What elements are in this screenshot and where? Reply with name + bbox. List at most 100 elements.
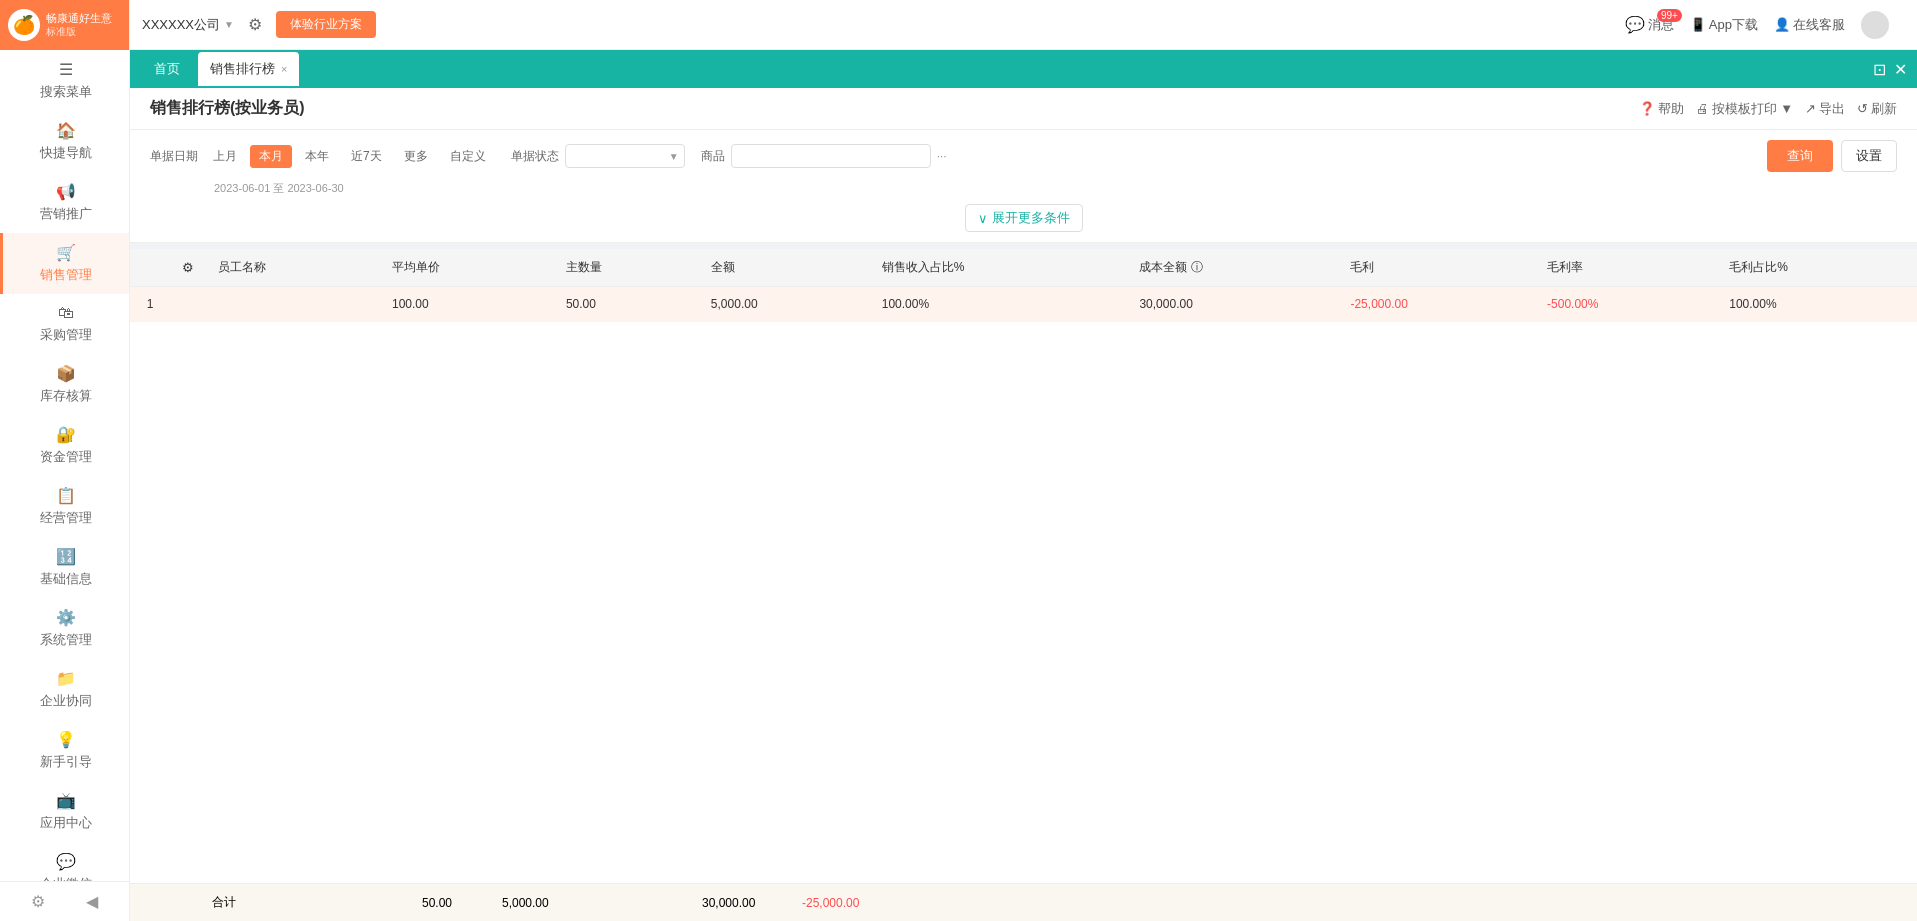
logo-icon: 🍊 — [8, 9, 40, 41]
tab-home[interactable]: 首页 — [138, 52, 196, 86]
export-button[interactable]: ↗ 导出 — [1805, 100, 1845, 118]
logo-sub: 标准版 — [46, 25, 112, 39]
date-range-display: 2023-06-01 至 2023-06-30 — [150, 180, 1897, 196]
col-gross-rate: 毛利率 — [1535, 249, 1717, 287]
cell-qty: 50.00 — [554, 287, 699, 322]
tab-sales-ranking-label: 销售排行榜 — [210, 60, 275, 78]
expand-conditions-button[interactable]: ∨ 展开更多条件 — [965, 204, 1083, 232]
col-employee-name: 员工名称 — [206, 249, 380, 287]
query-button[interactable]: 查询 — [1767, 140, 1833, 172]
sidebar-item-marketing[interactable]: 📢 营销推广 — [0, 172, 129, 233]
cell-avg-price: 100.00 — [380, 287, 554, 322]
tab-close-button[interactable]: ✕ — [1894, 60, 1907, 79]
col-settings-icon[interactable]: ⚙ — [170, 249, 206, 287]
status-select-wrap: ▼ — [565, 144, 685, 168]
date-tab-this-year[interactable]: 本年 — [296, 145, 338, 168]
avatar[interactable] — [1861, 11, 1889, 39]
main-area: XXXXXX公司 ▼ ⚙ 体验行业方案 💬 消息 99+ 📱 App下载 👤 在… — [130, 0, 1917, 921]
app-download-button[interactable]: 📱 App下载 — [1690, 16, 1758, 34]
rankings-table: ⚙ 员工名称 平均单价 主数量 全额 销售收入占比% 成本全额 ⓘ 毛利 毛利率… — [130, 249, 1917, 322]
refresh-button[interactable]: ↺ 刷新 — [1857, 100, 1897, 118]
filter-bar: 单据日期 上月 本月 本年 近7天 更多 自定义 单据状态 — [130, 130, 1917, 243]
finance-icon: 🔐 — [56, 425, 76, 444]
print-icon: 🖨 — [1696, 101, 1709, 116]
col-rank — [130, 249, 170, 287]
date-tab-more[interactable]: 更多 — [395, 145, 437, 168]
basic-info-icon: 🔢 — [56, 547, 76, 566]
page-header-actions: ❓ 帮助 🖨 按模板打印 ▼ ↗ 导出 ↺ 刷新 — [1639, 100, 1897, 118]
footer-label: 合计 — [212, 894, 332, 911]
date-tab-this-month[interactable]: 本月 — [250, 145, 292, 168]
cell-rank: 1 — [130, 287, 170, 322]
tabbar: 首页 销售排行榜 × ⊡ ✕ — [130, 50, 1917, 88]
sidebar-item-system[interactable]: ⚙️ 系统管理 — [0, 598, 129, 659]
sidebar-item-operations[interactable]: 📋 经营管理 — [0, 476, 129, 537]
help-icon: ❓ — [1639, 101, 1655, 116]
app-center-icon: 📺 — [56, 791, 76, 810]
table-row: 1100.0050.005,000.00100.00%30,000.00-25,… — [130, 287, 1917, 322]
enterprise-icon: 📁 — [56, 669, 76, 688]
filter-settings-button[interactable]: 设置 — [1841, 140, 1897, 172]
table-settings-icon: ⚙ — [182, 260, 194, 275]
logo-text: 畅康通好生意 — [46, 11, 112, 25]
tab-restore-button[interactable]: ⊡ — [1873, 60, 1886, 79]
print-button[interactable]: 🖨 按模板打印 ▼ — [1696, 100, 1793, 118]
sidebar-item-quick-nav[interactable]: 🏠 快捷导航 — [0, 111, 129, 172]
table-scroll: ⚙ 员工名称 平均单价 主数量 全额 销售收入占比% 成本全额 ⓘ 毛利 毛利率… — [130, 249, 1917, 883]
product-filter: 商品 ··· — [701, 144, 947, 168]
page-header: 销售排行榜(按业务员) ❓ 帮助 🖨 按模板打印 ▼ ↗ 导出 ↺ 刷新 — [130, 88, 1917, 130]
filter-row-1: 单据日期 上月 本月 本年 近7天 更多 自定义 单据状态 — [150, 140, 1897, 172]
col-qty: 主数量 — [554, 249, 699, 287]
status-filter-label: 单据状态 — [511, 148, 559, 165]
footer-collapse-icon[interactable]: ◀ — [86, 892, 98, 911]
cell-gross-rate: -500.00% — [1535, 287, 1717, 322]
table-area: ⚙ 员工名称 平均单价 主数量 全额 销售收入占比% 成本全额 ⓘ 毛利 毛利率… — [130, 249, 1917, 921]
sidebar-item-finance[interactable]: 🔐 资金管理 — [0, 415, 129, 476]
company-selector[interactable]: XXXXXX公司 ▼ — [142, 16, 234, 34]
col-avg-price: 平均单价 — [380, 249, 554, 287]
status-select[interactable] — [565, 144, 685, 168]
message-button[interactable]: 💬 消息 99+ — [1625, 15, 1674, 34]
product-more-icon[interactable]: ··· — [937, 149, 947, 163]
company-arrow-icon: ▼ — [224, 19, 234, 30]
topbar-right: 💬 消息 99+ 📱 App下载 👤 在线客服 — [1625, 11, 1905, 39]
inventory-icon: 📦 — [56, 364, 76, 383]
quick-nav-icon: 🏠 — [56, 121, 76, 140]
purchase-icon: 🛍 — [58, 304, 74, 322]
sidebar-item-sales[interactable]: 🛒 销售管理 — [0, 233, 129, 294]
sidebar-item-wechat[interactable]: 💬 企业微信 — [0, 842, 129, 881]
date-filter-label: 单据日期 — [150, 148, 198, 165]
date-tab-last-month[interactable]: 上月 — [204, 145, 246, 168]
date-range-text: 2023-06-01 至 2023-06-30 — [214, 182, 344, 194]
footer-settings-icon[interactable]: ⚙ — [31, 892, 45, 911]
system-icon: ⚙️ — [56, 608, 76, 627]
footer-amount: 5,000.00 — [502, 896, 602, 910]
help-button[interactable]: ❓ 帮助 — [1639, 100, 1684, 118]
sidebar-item-purchase[interactable]: 🛍 采购管理 — [0, 294, 129, 354]
date-tab-custom[interactable]: 自定义 — [441, 145, 495, 168]
date-tab-7days[interactable]: 近7天 — [342, 145, 391, 168]
sidebar-logo: 🍊 畅康通好生意 标准版 — [0, 0, 129, 50]
topbar-settings-icon[interactable]: ⚙ — [248, 15, 262, 34]
sidebar-item-search-order[interactable]: ☰ 搜索菜单 — [0, 50, 129, 111]
tab-close-icon[interactable]: × — [281, 63, 287, 75]
trial-button[interactable]: 体验行业方案 — [276, 11, 376, 38]
sales-icon: 🛒 — [56, 243, 76, 262]
sidebar-footer: ⚙ ◀ — [0, 881, 129, 921]
online-service-button[interactable]: 👤 在线客服 — [1774, 16, 1845, 34]
col-gross-pct: 毛利占比% — [1717, 249, 1917, 287]
sidebar-item-guide[interactable]: 💡 新手引导 — [0, 720, 129, 781]
cell-settings — [170, 287, 206, 322]
tab-sales-ranking[interactable]: 销售排行榜 × — [198, 52, 299, 86]
marketing-icon: 📢 — [56, 182, 76, 201]
cell-name — [206, 287, 380, 322]
message-badge: 99+ — [1657, 9, 1682, 22]
sidebar-item-basic-info[interactable]: 🔢 基础信息 — [0, 537, 129, 598]
sidebar-item-inventory[interactable]: 📦 库存核算 — [0, 354, 129, 415]
table-footer-row: 合计 50.00 5,000.00 30,000.00 -25,000.00 — [130, 883, 1917, 921]
topbar: XXXXXX公司 ▼ ⚙ 体验行业方案 💬 消息 99+ 📱 App下载 👤 在… — [130, 0, 1917, 50]
sidebar-item-app-center[interactable]: 📺 应用中心 — [0, 781, 129, 842]
sidebar-item-enterprise[interactable]: 📁 企业协同 — [0, 659, 129, 720]
sidebar: 🍊 畅康通好生意 标准版 ☰ 搜索菜单 🏠 快捷导航 📢 营销推广 🛒 销售管理… — [0, 0, 130, 921]
product-input[interactable] — [731, 144, 931, 168]
